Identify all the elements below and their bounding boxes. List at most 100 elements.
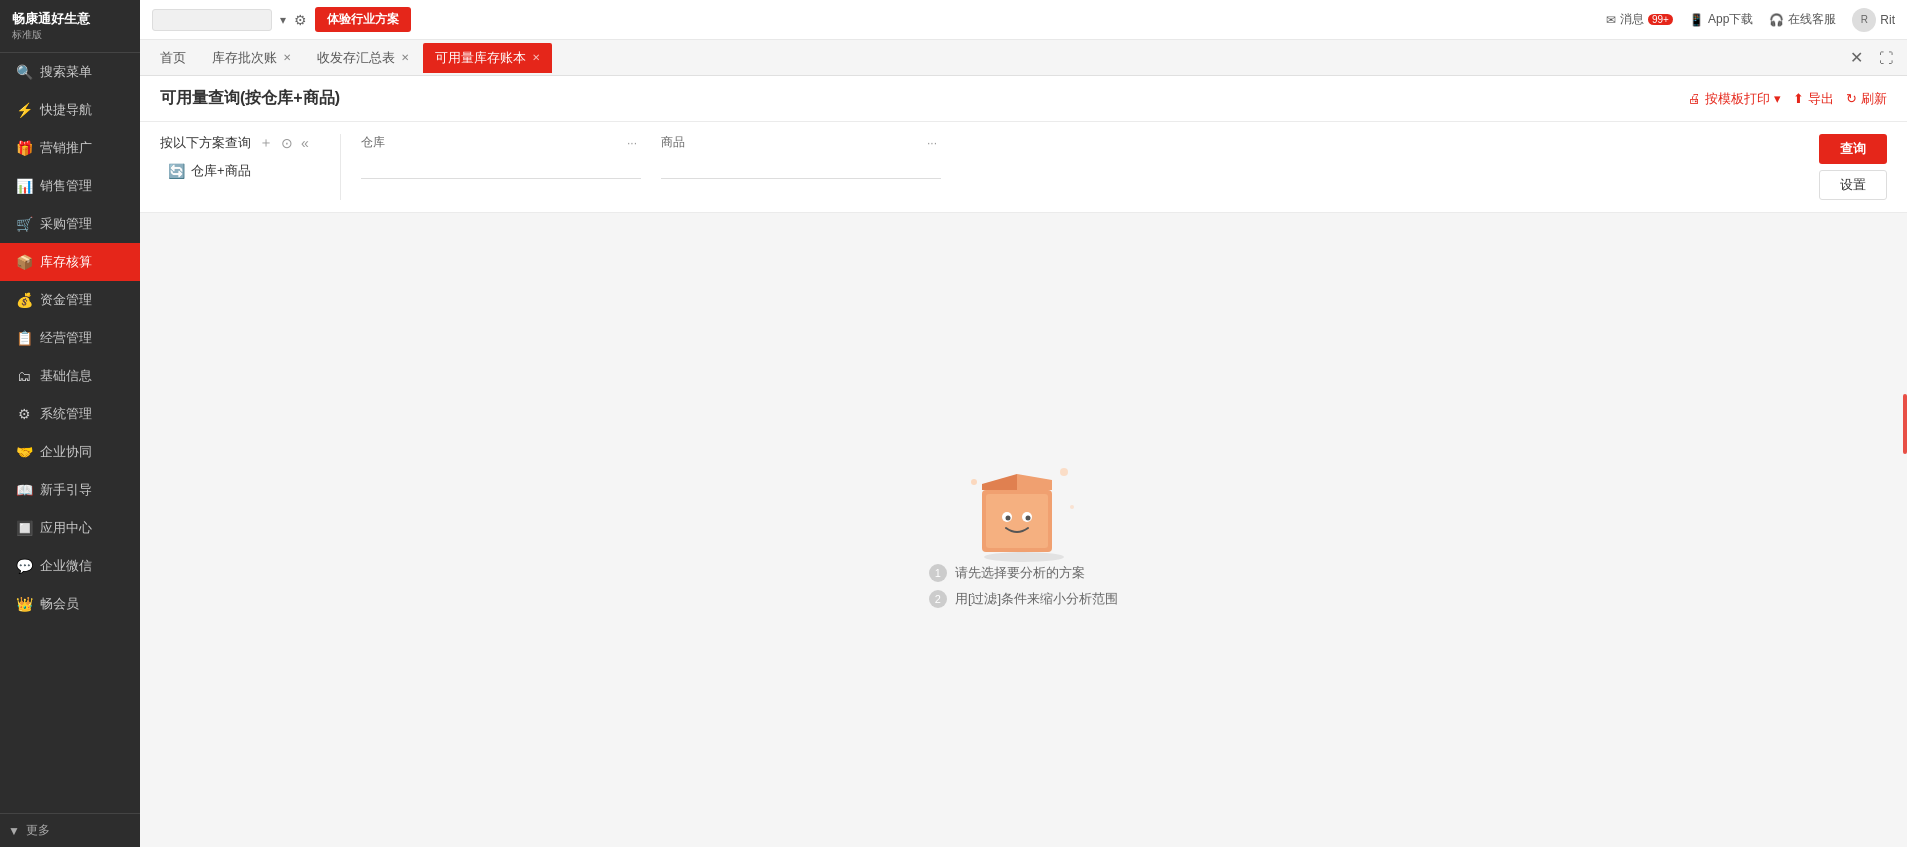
tab-close-batch[interactable]: ✕	[283, 52, 291, 63]
sidebar-item-basic[interactable]: 🗂基础信息	[0, 357, 140, 395]
app-label: App下载	[1708, 11, 1753, 28]
tabs-bar: 首页库存批次账✕收发存汇总表✕可用量库存账本✕ ✕ ⛶	[140, 40, 1907, 76]
print-button[interactable]: 🖨 按模板打印 ▾	[1688, 90, 1781, 108]
system-icon: ⚙	[16, 406, 32, 422]
warehouse-filter-input[interactable]	[361, 155, 641, 179]
sidebar-item-inventory[interactable]: 📦库存核算	[0, 243, 140, 281]
query-button[interactable]: 查询	[1819, 134, 1887, 164]
more-icon: ▼	[8, 824, 20, 838]
logo-title: 畅康通好生意	[12, 10, 128, 28]
tab-label-batch: 库存批次账	[212, 49, 277, 67]
tab-window-expand-button[interactable]: ⛶	[1873, 48, 1899, 68]
sidebar-item-label-wechat: 企业微信	[40, 557, 92, 575]
query-divider	[340, 134, 341, 200]
message-badge: 99+	[1648, 14, 1673, 25]
tab-label-home: 首页	[160, 49, 186, 67]
sidebar-bottom-label: 更多	[26, 822, 50, 839]
hint-text-2: 用[过滤]条件来缩小分析范围	[955, 590, 1118, 608]
sidebar-item-label-basic: 基础信息	[40, 367, 92, 385]
refresh-icon: ↻	[1846, 91, 1857, 106]
sidebar-item-finance[interactable]: 💰资金管理	[0, 281, 140, 319]
warehouse-filter-group: 仓库 ···	[361, 134, 641, 179]
export-button[interactable]: ⬆ 导出	[1793, 90, 1834, 108]
svg-point-7	[1005, 516, 1010, 521]
sidebar-item-label-search: 搜索菜单	[40, 63, 92, 81]
refresh-button[interactable]: ↻ 刷新	[1846, 90, 1887, 108]
print-icon: 🖨	[1688, 91, 1701, 106]
app-icon: 📱	[1689, 13, 1704, 27]
refresh-label: 刷新	[1861, 90, 1887, 108]
sidebar-item-sales[interactable]: 📊销售管理	[0, 167, 140, 205]
scheme-item[interactable]: 🔄仓库+商品	[160, 158, 320, 184]
svg-point-0	[984, 552, 1064, 562]
tab-window-close-button[interactable]: ✕	[1844, 46, 1869, 69]
scheme-add-button[interactable]: ＋	[257, 134, 275, 152]
trial-industry-button[interactable]: 体验行业方案	[315, 7, 411, 32]
sidebar-item-search[interactable]: 🔍搜索菜单	[0, 53, 140, 91]
sidebar-item-operations[interactable]: 📋经营管理	[0, 319, 140, 357]
empty-state: 1 请先选择要分析的方案 2 用[过滤]条件来缩小分析范围	[140, 213, 1907, 847]
goods-filter-group: 商品 ···	[661, 134, 941, 179]
empty-hint: 1 请先选择要分析的方案 2 用[过滤]条件来缩小分析范围	[929, 564, 1118, 608]
header-dropdown-button[interactable]: ▾	[280, 13, 286, 27]
warehouse-label-text: 仓库	[361, 134, 385, 151]
sidebar-bottom[interactable]: ▼ 更多	[0, 813, 140, 847]
tab-home[interactable]: 首页	[148, 43, 198, 73]
sidebar-item-cooperation[interactable]: 🤝企业协同	[0, 433, 140, 471]
sidebar-item-shortcut[interactable]: ⚡快捷导航	[0, 91, 140, 129]
sidebar-item-label-purchase: 采购管理	[40, 215, 92, 233]
service-label: 在线客服	[1788, 11, 1836, 28]
sidebar-item-marketing[interactable]: 🎁营销推广	[0, 129, 140, 167]
inventory-icon: 📦	[16, 254, 32, 270]
headset-icon: 🎧	[1769, 13, 1784, 27]
hint-num-1: 1	[929, 564, 947, 582]
goods-label-text: 商品	[661, 134, 685, 151]
tab-close-summary[interactable]: ✕	[401, 52, 409, 63]
scheme-settings-button[interactable]: ⊙	[279, 134, 295, 152]
sidebar-item-member[interactable]: 👑畅会员	[0, 585, 140, 623]
query-scheme-label: 按以下方案查询	[160, 134, 251, 152]
wechat-icon: 💬	[16, 558, 32, 574]
appcenter-icon: 🔲	[16, 520, 32, 536]
tab-available[interactable]: 可用量库存账本✕	[423, 43, 552, 73]
sidebar-item-system[interactable]: ⚙系统管理	[0, 395, 140, 433]
goods-filter-input[interactable]	[661, 155, 941, 179]
tab-label-summary: 收发存汇总表	[317, 49, 395, 67]
settings-button[interactable]: 设置	[1819, 170, 1887, 200]
sidebar-item-newbie[interactable]: 📖新手引导	[0, 471, 140, 509]
message-button[interactable]: ✉ 消息 99+	[1606, 11, 1673, 28]
tab-close-available[interactable]: ✕	[532, 52, 540, 63]
svg-rect-2	[986, 494, 1048, 548]
hint-num-2: 2	[929, 590, 947, 608]
svg-marker-4	[1017, 474, 1052, 490]
empty-hint-item-1: 1 请先选择要分析的方案	[929, 564, 1118, 582]
scheme-collapse-button[interactable]: «	[299, 134, 311, 152]
sidebar-item-wechat[interactable]: 💬 企业微信	[0, 547, 140, 585]
app-download-button[interactable]: 📱 App下载	[1689, 11, 1753, 28]
header-gear-button[interactable]: ⚙	[294, 12, 307, 28]
sidebar-item-label-sales: 销售管理	[40, 177, 92, 195]
cooperation-icon: 🤝	[16, 444, 32, 460]
user-menu-button[interactable]: R Rit	[1852, 8, 1895, 32]
tab-summary[interactable]: 收发存汇总表 ✕	[305, 43, 421, 73]
svg-marker-3	[982, 474, 1017, 490]
hint-text-1: 请先选择要分析的方案	[955, 564, 1085, 582]
header-search-input[interactable]	[152, 9, 272, 31]
sidebar-item-label-newbie: 新手引导	[40, 481, 92, 499]
sidebar-item-purchase[interactable]: 🛒采购管理	[0, 205, 140, 243]
query-filters: 仓库 ··· 商品 ···	[361, 134, 1799, 179]
goods-more-button[interactable]: ···	[923, 136, 941, 150]
right-scroll-indicator[interactable]	[1903, 394, 1907, 454]
export-label: 导出	[1808, 90, 1834, 108]
empty-svg-illustration	[964, 452, 1084, 562]
finance-icon: 💰	[16, 292, 32, 308]
service-button[interactable]: 🎧 在线客服	[1769, 11, 1836, 28]
sidebar-item-appcenter[interactable]: 🔲应用中心	[0, 509, 140, 547]
operations-icon: 📋	[16, 330, 32, 346]
sidebar: 畅康通好生意 标准版 🔍搜索菜单⚡快捷导航🎁营销推广📊销售管理🛒采购管理📦库存核…	[0, 0, 140, 847]
scheme-items-list: 🔄仓库+商品	[160, 158, 320, 184]
warehouse-more-button[interactable]: ···	[623, 136, 641, 150]
avatar: R	[1852, 8, 1876, 32]
tab-batch[interactable]: 库存批次账 ✕	[200, 43, 303, 73]
svg-point-11	[1070, 505, 1074, 509]
